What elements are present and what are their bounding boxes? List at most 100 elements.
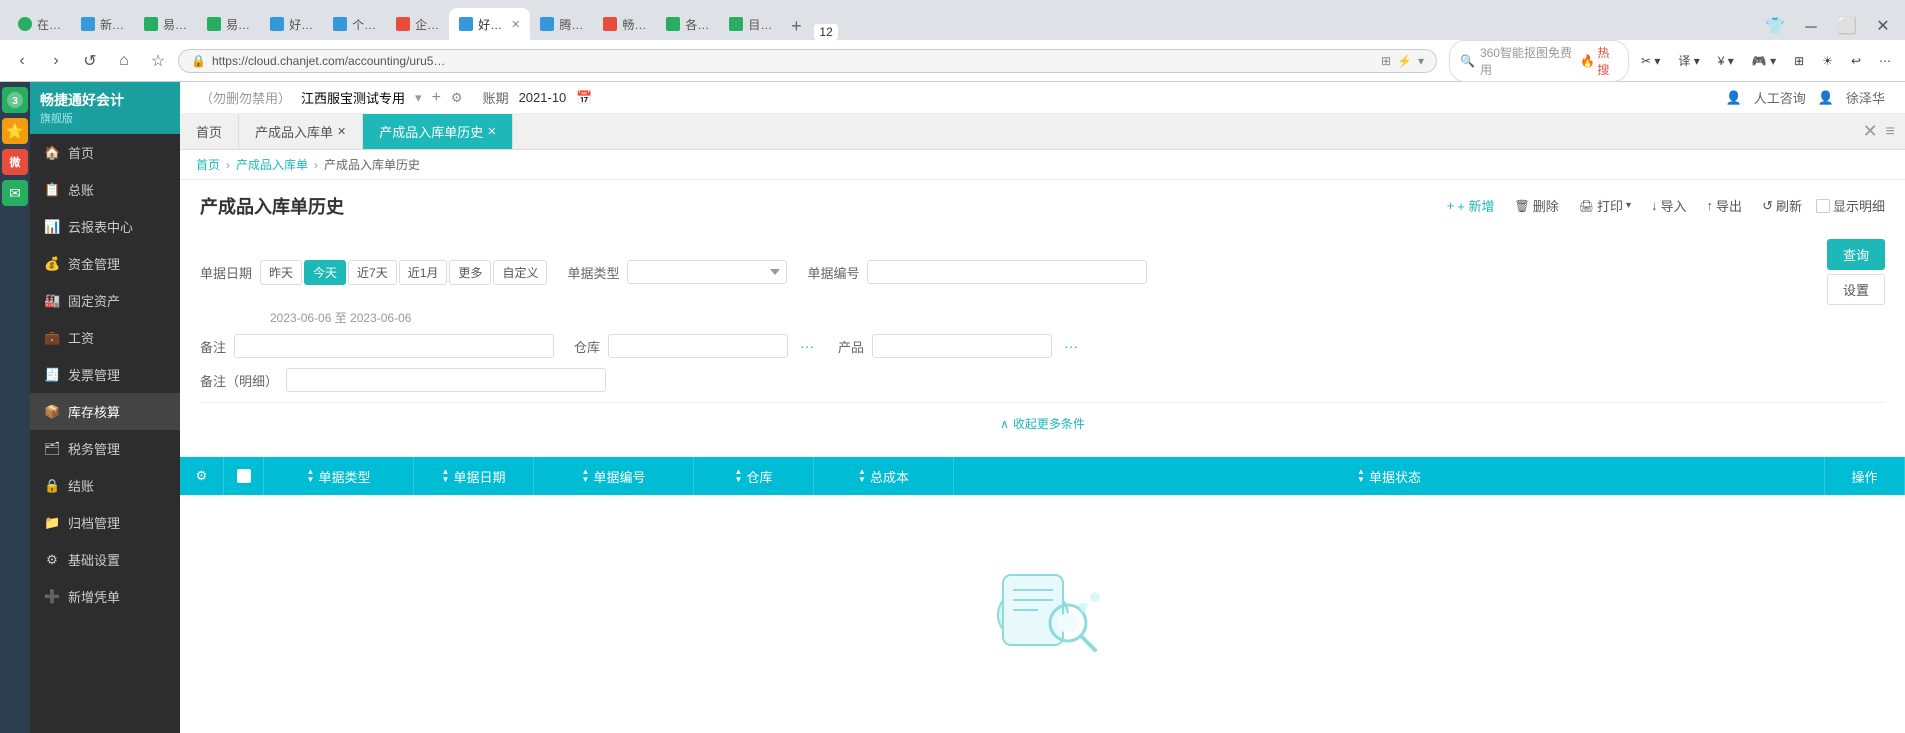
brightness-tool[interactable]: ☀ xyxy=(1816,51,1839,71)
th-gear[interactable]: ⚙ xyxy=(180,457,224,495)
new-tab-button[interactable]: + xyxy=(782,12,810,40)
bookmark-button[interactable]: ☆ xyxy=(144,47,172,75)
date-btn-custom[interactable]: 自定义 xyxy=(493,260,547,285)
tab-11[interactable]: 各… xyxy=(656,8,719,40)
user-label[interactable]: 徐泽华 xyxy=(1846,88,1885,107)
breadcrumb-inventory-list[interactable]: 产成品入库单 xyxy=(236,156,308,173)
add-button[interactable]: + + 新增 xyxy=(1441,192,1501,219)
sidebar-item-fund-mgmt[interactable]: 💰 资金管理 xyxy=(30,245,180,282)
th-warehouse[interactable]: ▲▼ 仓库 xyxy=(694,457,814,495)
minimize-button[interactable]: － xyxy=(1797,12,1825,40)
th-num[interactable]: ▲▼ 单据编号 xyxy=(534,457,694,495)
tab-8-close-icon[interactable]: ✕ xyxy=(511,18,520,31)
settings-company-icon[interactable]: ⚙ xyxy=(451,90,463,106)
tab-inventory-history[interactable]: 产成品入库单历史 ✕ xyxy=(363,114,513,149)
tab-12[interactable]: 目… xyxy=(719,8,782,40)
url-bar[interactable]: 🔒 https://cloud.chanjet.com/accounting/u… xyxy=(178,49,1437,73)
detail-note-filter-input[interactable] xyxy=(286,368,606,392)
tab-9[interactable]: 腾… xyxy=(530,8,593,40)
sidebar-item-report-center[interactable]: 📊 云报表中心 xyxy=(30,208,180,245)
yuan-tool[interactable]: ¥ ▾ xyxy=(1712,51,1740,71)
tab-inventory-history-close-icon[interactable]: ✕ xyxy=(487,125,496,138)
sidebar-item-new-voucher[interactable]: ➕ 新增凭单 xyxy=(30,578,180,615)
more-panel-icon[interactable]: ≡ xyxy=(1886,123,1895,141)
import-button[interactable]: ↓ 导入 xyxy=(1645,192,1693,219)
forward-button[interactable]: › xyxy=(42,47,70,75)
refresh-button[interactable]: ↺ 刷新 xyxy=(1756,192,1808,219)
product-filter-input[interactable] xyxy=(872,334,1052,358)
tab-2[interactable]: 新… xyxy=(71,8,134,40)
tab-5[interactable]: 好… xyxy=(260,8,323,40)
close-panel-icon[interactable]: ✕ xyxy=(1863,121,1878,142)
tab-home[interactable]: 首页 xyxy=(180,114,239,149)
date-btn-more[interactable]: 更多 xyxy=(449,260,491,285)
tab-1[interactable]: 在… xyxy=(8,8,71,40)
th-cost[interactable]: ▲▼ 总成本 xyxy=(814,457,954,495)
tab-3[interactable]: 易… xyxy=(134,8,197,40)
tab-8-active[interactable]: 好… ✕ xyxy=(449,8,530,40)
company-dropdown-icon[interactable]: ▾ xyxy=(415,90,422,106)
note-filter-input[interactable] xyxy=(234,334,554,358)
tab-6[interactable]: 个… xyxy=(323,8,386,40)
ai-consultant-label[interactable]: 人工咨询 xyxy=(1754,88,1806,107)
sidebar-item-general-ledger[interactable]: 📋 总账 xyxy=(30,171,180,208)
warehouse-filter-input[interactable] xyxy=(608,334,788,358)
th-status[interactable]: ▲▼ 单据状态 xyxy=(954,457,1825,495)
warehouse-dots-button[interactable]: ··· xyxy=(796,338,818,354)
sidebar-item-invoice-mgmt[interactable]: 🧾 发票管理 xyxy=(30,356,180,393)
undo-tool[interactable]: ↩ xyxy=(1845,51,1867,71)
sidebar-item-inventory[interactable]: 📦 库存核算 xyxy=(30,393,180,430)
weibo-app-icon[interactable]: 微 xyxy=(2,149,28,175)
smart-search-box[interactable]: 🔍 360智能抠图免费用 🔥 热搜 xyxy=(1449,40,1629,82)
tab-4[interactable]: 易… xyxy=(197,8,260,40)
collapse-button[interactable]: ∧ 收起更多条件 xyxy=(988,411,1097,436)
breadcrumb-home[interactable]: 首页 xyxy=(196,156,220,173)
sidebar-item-close-accounts[interactable]: 🔒 结账 xyxy=(30,467,180,504)
date-btn-1month[interactable]: 近1月 xyxy=(399,260,448,285)
settings-button[interactable]: 设置 xyxy=(1827,274,1885,305)
scissors-tool[interactable]: ✂ ▾ xyxy=(1635,51,1666,71)
sidebar-item-payroll[interactable]: 💼 工资 xyxy=(30,319,180,356)
date-btn-today[interactable]: 今天 xyxy=(304,260,346,285)
print-button[interactable]: 🖨 打印 ▾ xyxy=(1573,192,1637,219)
email-app-icon[interactable]: ✉ xyxy=(2,180,28,206)
star-app-icon[interactable]: ⭐ xyxy=(2,118,28,144)
back-button[interactable]: ‹ xyxy=(8,47,36,75)
close-window-button[interactable]: ✕ xyxy=(1869,12,1897,40)
sidebar-item-archive-mgmt[interactable]: 📁 归档管理 xyxy=(30,504,180,541)
sidebar-item-home[interactable]: 🏠 首页 xyxy=(30,134,180,171)
shirt-icon[interactable]: 👕 xyxy=(1761,12,1789,40)
th-type[interactable]: ▲▼ 单据类型 xyxy=(264,457,414,495)
th-date[interactable]: ▲▼ 单据日期 xyxy=(414,457,534,495)
query-button[interactable]: 查询 xyxy=(1827,239,1885,270)
add-company-button[interactable]: + xyxy=(432,89,441,107)
translate-tool[interactable]: 译 ▾ xyxy=(1672,49,1705,72)
grid-view-tool[interactable]: ⊞ xyxy=(1788,51,1810,71)
show-detail-checkbox[interactable]: 显示明细 xyxy=(1816,196,1885,215)
home-browser-button[interactable]: ⌂ xyxy=(110,47,138,75)
maximize-button[interactable]: ⬜ xyxy=(1833,12,1861,40)
date-btn-7days[interactable]: 近7天 xyxy=(348,260,397,285)
sidebar-item-basic-settings[interactable]: ⚙ 基础设置 xyxy=(30,541,180,578)
sidebar-item-tax-mgmt[interactable]: 🗂 税务管理 xyxy=(30,430,180,467)
game-tool[interactable]: 🎮 ▾ xyxy=(1746,51,1782,71)
tab-inventory-list[interactable]: 产成品入库单 ✕ xyxy=(239,114,363,149)
product-dots-button[interactable]: ··· xyxy=(1060,338,1082,354)
date-btn-yesterday[interactable]: 昨天 xyxy=(260,260,302,285)
refresh-browser-button[interactable]: ↺ xyxy=(76,47,104,75)
type-filter-select[interactable] xyxy=(627,260,787,284)
360-app-icon[interactable]: 3 xyxy=(2,87,28,113)
th-checkbox[interactable] xyxy=(224,457,264,495)
calendar-icon[interactable]: 📅 xyxy=(576,90,592,106)
tab-7[interactable]: 企… xyxy=(386,8,449,40)
print-dropdown-icon: ▾ xyxy=(1626,200,1631,211)
show-detail-check-box[interactable] xyxy=(1816,199,1830,213)
num-filter-input[interactable] xyxy=(867,260,1147,284)
th-checkbox-box[interactable] xyxy=(237,469,251,483)
sidebar-item-fixed-assets[interactable]: 🏭 固定资产 xyxy=(30,282,180,319)
delete-button[interactable]: 🗑 删除 xyxy=(1509,192,1565,219)
more-tool[interactable]: ⋯ xyxy=(1873,51,1897,71)
tab-inventory-list-close-icon[interactable]: ✕ xyxy=(337,125,346,138)
tab-10[interactable]: 畅… xyxy=(593,8,656,40)
export-button[interactable]: ↑ 导出 xyxy=(1701,192,1749,219)
